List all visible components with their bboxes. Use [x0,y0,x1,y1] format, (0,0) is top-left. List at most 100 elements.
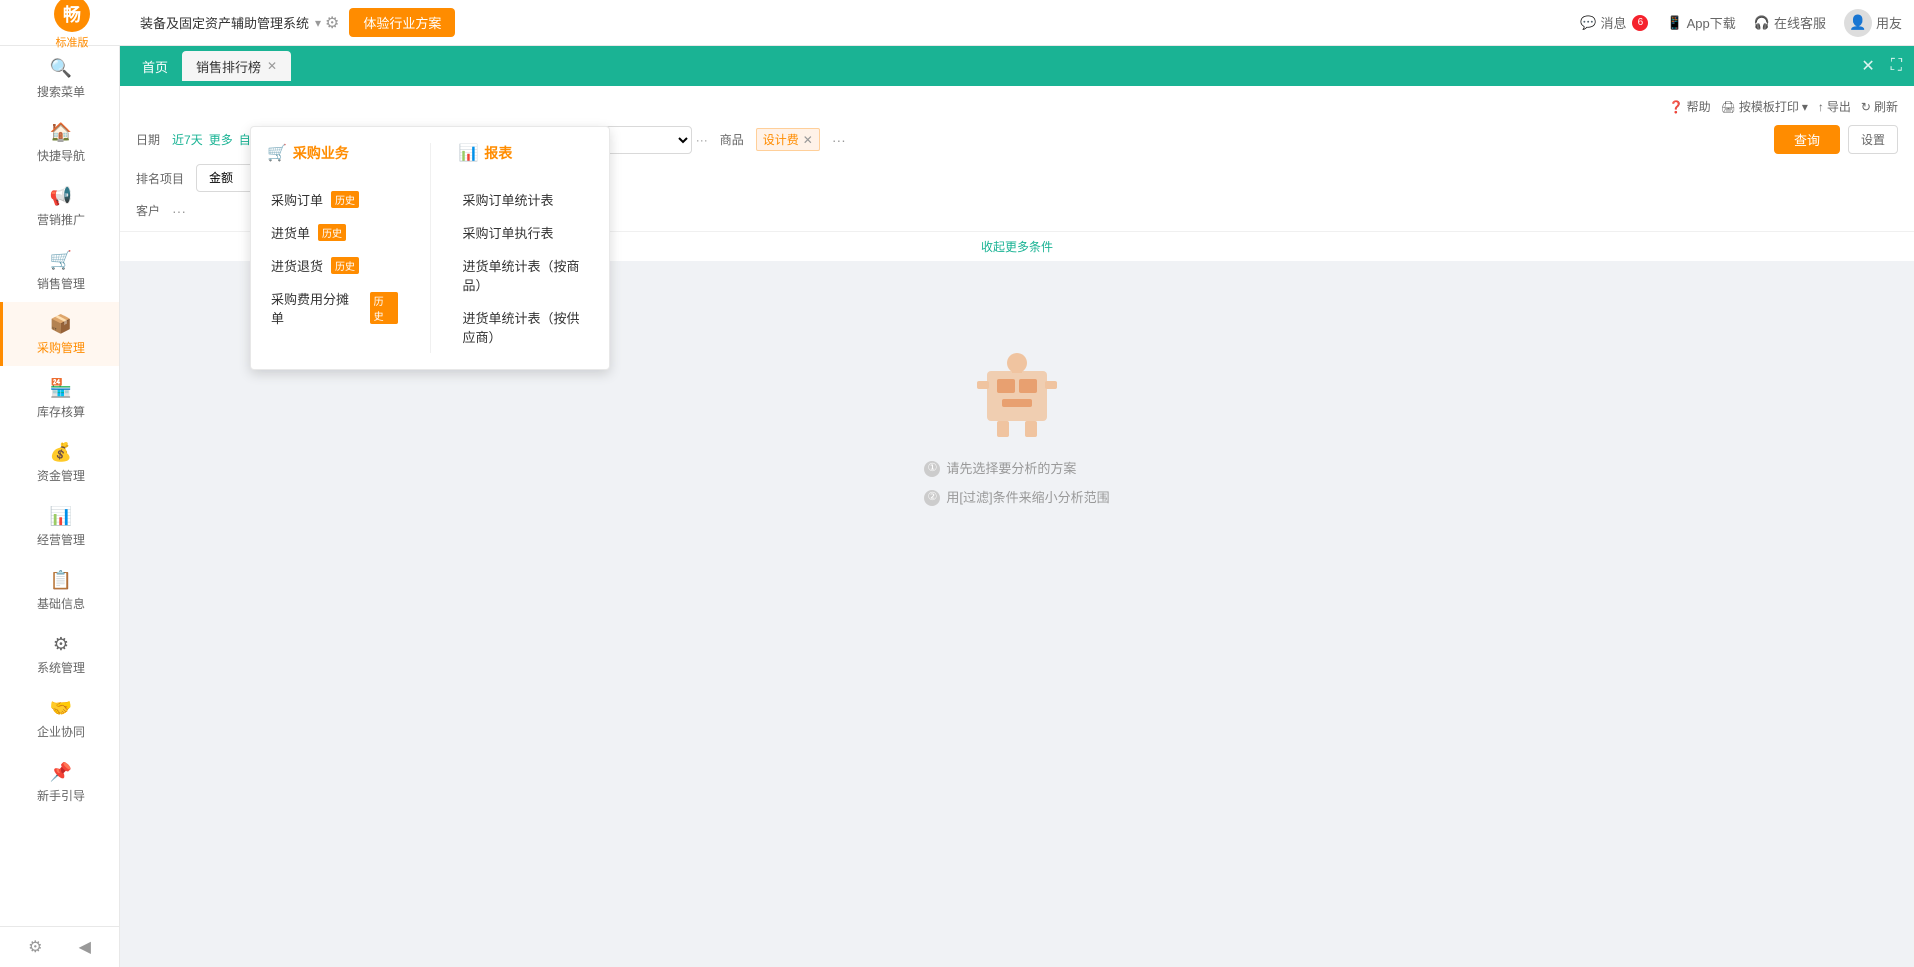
print-icon: 🖨 [1721,100,1736,114]
customer-ellipsis[interactable]: ··· [172,203,186,219]
tab-sales-rank[interactable]: 销售排行榜 ✕ [182,51,291,81]
tab-close-btn[interactable]: ✕ [1857,52,1878,80]
dropdown-item-goods-stat-by-product[interactable]: 进货单统计表（按商品） [459,249,594,301]
sidebar-label-purchase: 采购管理 [37,339,85,356]
reports-col-title: 📊 报表 [459,143,594,171]
sidebar-collapse-btn[interactable]: ◀ [79,937,91,957]
empty-step1: ① 请先选择要分析的方案 [924,457,1109,480]
sidebar-item-enterprise[interactable]: 🤝 企业协同 [0,686,119,750]
guide-icon: 📌 [50,762,72,783]
date-more-btn[interactable]: 更多 [209,131,233,148]
search-btn[interactable]: 查询 [1774,125,1840,154]
print-arrow: ▾ [1802,100,1808,114]
marketing-icon: 📢 [50,186,72,207]
sidebar-item-marketing[interactable]: 📢 营销推广 [0,174,119,238]
help-icon: ❓ [1669,100,1684,114]
dropdown-item-purchase-order-stat[interactable]: 采购订单统计表 [459,183,594,216]
export-icon: ↑ [1818,100,1824,114]
dropdown-item-purchase-order-exec[interactable]: 采购订单执行表 [459,216,594,249]
filter-row-1: ❓ 帮助 🖨 按模板打印 ▾ ↑ 导出 [136,98,1898,115]
date-7days-btn[interactable]: 近7天 [172,131,203,148]
sidebar-label-quicknav: 快捷导航 [37,147,85,164]
sidebar-item-basic[interactable]: 📋 基础信息 [0,558,119,622]
tab-sales-rank-label: 销售排行榜 [196,57,261,76]
sidebar-item-finance[interactable]: 💰 资金管理 [0,430,119,494]
sidebar-item-guide[interactable]: 📌 新手引导 [0,750,119,814]
goods-tag-close[interactable]: ✕ [803,133,813,147]
sidebar-label-finance: 资金管理 [37,467,85,484]
dropdown-item-goods-return[interactable]: 进货退货 历史 [267,249,402,282]
basic-icon: 📋 [50,570,72,591]
sidebar-item-quicknav[interactable]: 🏠 快捷导航 [0,110,119,174]
dropdown-item-purchase-cost[interactable]: 采购费用分摊单 历史 [267,282,402,334]
purchase-col-title: 🛒 采购业务 [267,143,402,171]
sidebar-label-operations: 经营管理 [37,531,85,548]
dropdown-item-goods-stat-by-supplier[interactable]: 进货单统计表（按供应商） [459,301,594,353]
refresh-icon: ↻ [1861,100,1871,114]
tab-sales-rank-close[interactable]: ✕ [267,59,277,73]
toolbar-actions: ❓ 帮助 🖨 按模板打印 ▾ ↑ 导出 [1669,98,1898,115]
industry-btn[interactable]: 体验行业方案 [349,8,455,37]
sidebar-label-system: 系统管理 [37,659,85,676]
system-icon: ⚙ [53,634,69,655]
sidebar-item-search[interactable]: 🔍 搜索菜单 [0,46,119,110]
sidebar-settings-btn[interactable]: ⚙ [28,937,42,957]
sidebar-menu: 🔍 搜索菜单 🏠 快捷导航 📢 营销推广 🛒 销售管理 📦 采购管 [0,46,119,926]
export-btn[interactable]: ↑ 导出 [1818,98,1851,115]
user-menu-btn[interactable]: 👤 用友 [1844,9,1902,37]
print-btn[interactable]: 🖨 按模板打印 ▾ [1721,98,1808,115]
empty-step2: ② 用[过滤]条件来缩小分析范围 [924,486,1109,509]
purchase-col-icon: 🛒 [267,143,287,163]
sidebar: 🔍 搜索菜单 🏠 快捷导航 📢 营销推广 🛒 销售管理 📦 采购管 [0,46,120,967]
title-dropdown-arrow[interactable]: ▾ [315,16,321,30]
sidebar-item-system[interactable]: ⚙ 系统管理 [0,622,119,686]
voucher-status-ellipsis[interactable]: ··· [696,133,708,147]
system-title-text: 装备及固定资产辅助管理系统 [140,13,309,32]
finance-icon: 💰 [50,442,72,463]
online-service-btn[interactable]: 🎧 在线客服 [1754,13,1826,32]
history-badge-3: 历史 [331,257,359,274]
sidebar-item-inventory[interactable]: 🏪 库存核算 [0,366,119,430]
rank-label: 排名项目 [136,170,184,187]
sidebar-label-enterprise: 企业协同 [37,723,85,740]
main-layout: 🔍 搜索菜单 🏠 快捷导航 📢 营销推广 🛒 销售管理 📦 采购管 [0,46,1914,967]
header-right: 💬 消息 6 📱 App下载 🎧 在线客服 👤 用友 [1580,9,1902,37]
sidebar-item-sales[interactable]: 🛒 销售管理 [0,238,119,302]
empty-illustration [957,341,1077,441]
history-badge-1: 历史 [331,191,359,208]
settings-btn[interactable]: 设置 [1848,125,1898,154]
messages-btn[interactable]: 💬 消息 6 [1580,13,1648,32]
sidebar-label-guide: 新手引导 [37,787,85,804]
dropdown-item-goods-receipt[interactable]: 进货单 历史 [267,216,402,249]
sidebar-label-sales: 销售管理 [37,275,85,292]
page-content: ❓ 帮助 🖨 按模板打印 ▾ ↑ 导出 [120,86,1914,967]
tab-right-actions: ✕ ⛶ [1857,52,1906,80]
empty-desc: ① 请先选择要分析的方案 ② 用[过滤]条件来缩小分析范围 [924,457,1109,510]
reports-col: 📊 报表 采购订单统计表 采购订单执行表 进货单统计表（按商品） [459,143,594,353]
help-btn[interactable]: ❓ 帮助 [1669,98,1711,115]
settings-gear-icon[interactable]: ⚙ [325,13,339,33]
sidebar-item-purchase[interactable]: 📦 采购管理 [0,302,119,366]
goods-ellipsis[interactable]: ··· [832,132,846,148]
tab-home-label: 首页 [142,57,168,76]
sidebar-item-operations[interactable]: 📊 经营管理 [0,494,119,558]
collapse-btn[interactable]: 收起更多条件 [975,234,1059,260]
search-icon: 🔍 [50,58,72,79]
logo-subtitle: 标准版 [56,34,89,50]
top-header: 畅 标准版 装备及固定资产辅助管理系统 ▾ ⚙ 体验行业方案 💬 消息 6 📱 … [0,0,1914,46]
sidebar-label-basic: 基础信息 [37,595,85,612]
user-avatar: 👤 [1844,9,1872,37]
dropdown-item-purchase-order[interactable]: 采购订单 历史 [267,183,402,216]
tab-home[interactable]: 首页 [128,51,182,81]
history-badge-2: 历史 [318,224,346,241]
refresh-btn[interactable]: ↻ 刷新 [1861,98,1898,115]
system-title: 装备及固定资产辅助管理系统 ▾ [140,13,321,32]
search-actions: 查询 设置 [1774,125,1898,154]
tab-fullscreen-btn[interactable]: ⛶ [1887,52,1906,80]
dropdown-divider [430,143,431,353]
sidebar-label-search: 搜索菜单 [37,83,85,100]
logo-area: 畅 标准版 [12,0,132,50]
goods-tag: 设计费 ✕ [756,128,820,151]
app-container: 畅 标准版 装备及固定资产辅助管理系统 ▾ ⚙ 体验行业方案 💬 消息 6 📱 … [0,0,1914,967]
app-download-btn[interactable]: 📱 App下载 [1666,13,1735,32]
